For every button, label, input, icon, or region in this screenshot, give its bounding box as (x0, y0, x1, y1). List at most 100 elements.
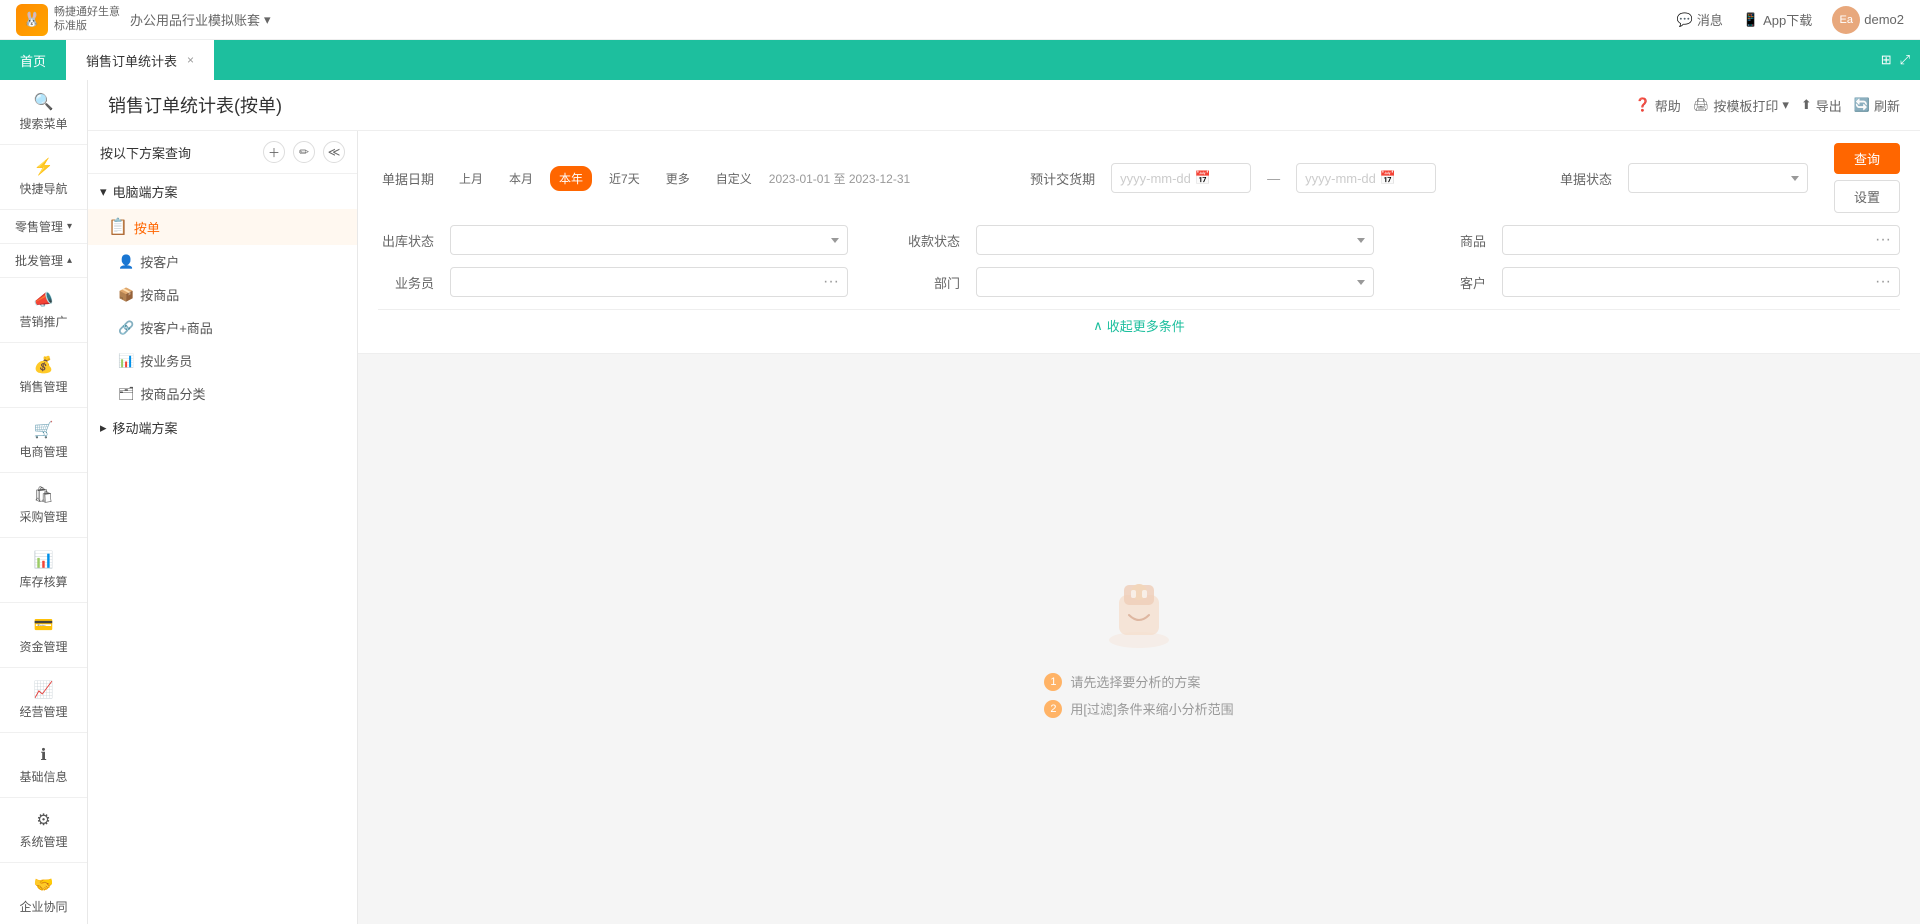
message-button[interactable]: 💬 消息 (1677, 10, 1723, 29)
customer-select[interactable]: ··· (1502, 267, 1900, 297)
topbar-left: 🐰 畅捷通好生意 标准版 办公用品行业模拟账套 ▾ (16, 4, 271, 36)
logo-icon: 🐰 (16, 4, 48, 36)
sidebar-item-purchase[interactable]: 🛍 采购管理 (0, 473, 87, 538)
date-btn-last-month[interactable]: 上月 (450, 166, 492, 191)
chevron-down-icon (1791, 176, 1799, 181)
template-print-button[interactable]: 🖨 按模板打印 ▾ (1693, 96, 1789, 115)
sidebar-item-retail[interactable]: 零售管理 ▾ (0, 210, 87, 244)
help-button[interactable]: ❓ 帮助 (1635, 96, 1681, 115)
refresh-button[interactable]: 🔄 刷新 (1854, 96, 1900, 115)
tree-expand-right-icon: ▸ (100, 420, 107, 436)
tab-sales-order-stats[interactable]: 销售订单统计表 × (66, 40, 214, 80)
chevron-down-icon: ▾ (1782, 97, 1789, 113)
status-select[interactable] (1628, 163, 1808, 193)
info-icon: ℹ (40, 745, 46, 765)
refresh-icon: 🔄 (1854, 97, 1870, 113)
settings-button[interactable]: 设置 (1834, 180, 1900, 213)
tree-item-by-customer-product[interactable]: 🔗 按客户+商品 (88, 311, 357, 344)
chevron-down-icon: ▾ (264, 12, 271, 28)
tab-expand-icon[interactable]: ⊞ ⤢ (1871, 52, 1920, 68)
topbar-right: 💬 消息 📱 App下载 Ea demo2 (1677, 6, 1904, 34)
chevron-down-icon-3 (831, 238, 839, 243)
tree-expand-icon: ▾ (100, 184, 107, 200)
tab-close-icon[interactable]: × (187, 53, 194, 67)
collapse-button[interactable]: ∧ 收起更多条件 (378, 309, 1900, 341)
date-btn-this-month[interactable]: 本月 (500, 166, 542, 191)
date-btn-7days[interactable]: 近7天 (600, 166, 649, 191)
filter-actions: 查询 设置 (1834, 143, 1900, 213)
tree-desktop-category[interactable]: ▾ 电脑端方案 (88, 174, 357, 209)
search-icon: 🔍 (34, 92, 54, 112)
collapse-panel-button[interactable]: ≪ (323, 141, 345, 163)
sidebar-item-system[interactable]: ⚙ 系统管理 (0, 798, 87, 863)
tree-item-by-product[interactable]: 📦 按商品 (88, 278, 357, 311)
hint-number-1: 1 (1044, 673, 1062, 691)
status-label: 单据状态 (1556, 169, 1612, 188)
sidebar-item-collaboration[interactable]: 🤝 企业协同 (0, 863, 87, 924)
filter-row-3: 业务员 ··· 部门 客户 (378, 267, 1900, 297)
chevron-down-icon-5 (1357, 280, 1365, 285)
tree-item-by-order[interactable]: 📋 按单 (88, 209, 357, 245)
tab-home[interactable]: 首页 (0, 40, 66, 80)
date-separator: — (1267, 171, 1280, 186)
empty-hint-2: 2 用[过滤]条件来缩小分析范围 (1044, 699, 1233, 718)
left-panel-title: 按以下方案查询 (100, 143, 191, 162)
sidebar-item-basic-info[interactable]: ℹ 基础信息 (0, 733, 87, 798)
expected-date-label: 预计交货期 (1030, 169, 1095, 188)
sidebar-item-search[interactable]: 🔍 搜索菜单 (0, 80, 87, 145)
tree-item-by-product-category[interactable]: 🗂 按商品分类 (88, 377, 357, 410)
tree-item-by-customer[interactable]: 👤 按客户 (88, 245, 357, 278)
salesperson-icon: 📊 (118, 353, 134, 369)
topbar: 🐰 畅捷通好生意 标准版 办公用品行业模拟账套 ▾ 💬 消息 📱 App下载 E… (0, 0, 1920, 40)
lightning-icon: ⚡ (34, 157, 54, 177)
sidebar-item-business[interactable]: 📈 经营管理 (0, 668, 87, 733)
category-icon: 🗂 (118, 386, 135, 402)
breadcrumb-select[interactable]: 办公用品行业模拟账套 ▾ (130, 10, 271, 29)
add-scheme-button[interactable]: ＋ (263, 141, 285, 163)
payment-status-label: 收款状态 (904, 231, 960, 250)
empty-state: 1 请先选择要分析的方案 2 用[过滤]条件来缩小分析范围 (358, 354, 1920, 924)
product-label: 商品 (1430, 231, 1486, 250)
export-button[interactable]: ⬆ 导出 (1801, 96, 1842, 115)
sidebar-item-finance[interactable]: 💳 资金管理 (0, 603, 87, 668)
payment-status-select[interactable] (976, 225, 1374, 255)
sidebar-item-quicknav[interactable]: ⚡ 快捷导航 (0, 145, 87, 210)
page-header: 销售订单统计表(按单) ❓ 帮助 🖨 按模板打印 ▾ ⬆ 导出 🔄 刷新 (88, 80, 1920, 131)
date-btn-more[interactable]: 更多 (657, 166, 699, 191)
ellipsis-icon-2: ··· (823, 273, 839, 291)
date-btn-this-year[interactable]: 本年 (550, 166, 592, 191)
customer-icon: 👤 (118, 254, 134, 270)
user-menu[interactable]: Ea demo2 (1832, 6, 1904, 34)
empty-hint-1: 1 请先选择要分析的方案 (1044, 672, 1233, 691)
content-area: 销售订单统计表(按单) ❓ 帮助 🖨 按模板打印 ▾ ⬆ 导出 🔄 刷新 (88, 80, 1920, 924)
date-btn-custom[interactable]: 自定义 (707, 166, 761, 191)
business-icon: 📈 (34, 680, 54, 700)
calendar-icon-2: 📅 (1380, 170, 1396, 186)
app-download-button[interactable]: 📱 App下载 (1743, 10, 1812, 29)
inventory-icon: 📊 (34, 550, 54, 570)
expected-date-start[interactable]: yyyy-mm-dd 📅 (1111, 163, 1251, 193)
sidebar-item-inventory[interactable]: 📊 库存核算 (0, 538, 87, 603)
sidebar-item-marketing[interactable]: 📣 营销推广 (0, 278, 87, 343)
gear-icon: ⚙ (36, 810, 50, 830)
department-select[interactable] (976, 267, 1374, 297)
sidebar-item-ecommerce[interactable]: 🛒 电商管理 (0, 408, 87, 473)
print-icon: 🖨 (1693, 97, 1710, 113)
customer-label: 客户 (1430, 273, 1486, 292)
tree-mobile-category[interactable]: ▸ 移动端方案 (88, 410, 357, 445)
edit-scheme-button[interactable]: ✏ (293, 141, 315, 163)
collab-icon: 🤝 (34, 875, 54, 895)
export-icon: ⬆ (1801, 97, 1812, 113)
sidebar-item-wholesale[interactable]: 批发管理 ▴ (0, 244, 87, 278)
product-select[interactable]: ··· (1502, 225, 1900, 255)
salesperson-select[interactable]: ··· (450, 267, 848, 297)
query-button[interactable]: 查询 (1834, 143, 1900, 174)
expected-date-end[interactable]: yyyy-mm-dd 📅 (1296, 163, 1436, 193)
left-panel-header: 按以下方案查询 ＋ ✏ ≪ (88, 131, 357, 174)
sidebar-item-sales[interactable]: 💰 销售管理 (0, 343, 87, 408)
collapse-icon: ∧ (1093, 318, 1103, 334)
out-status-select[interactable] (450, 225, 848, 255)
tree-item-by-salesperson[interactable]: 📊 按业务员 (88, 344, 357, 377)
calendar-icon: 📅 (1195, 170, 1211, 186)
download-icon: 📱 (1743, 12, 1759, 28)
